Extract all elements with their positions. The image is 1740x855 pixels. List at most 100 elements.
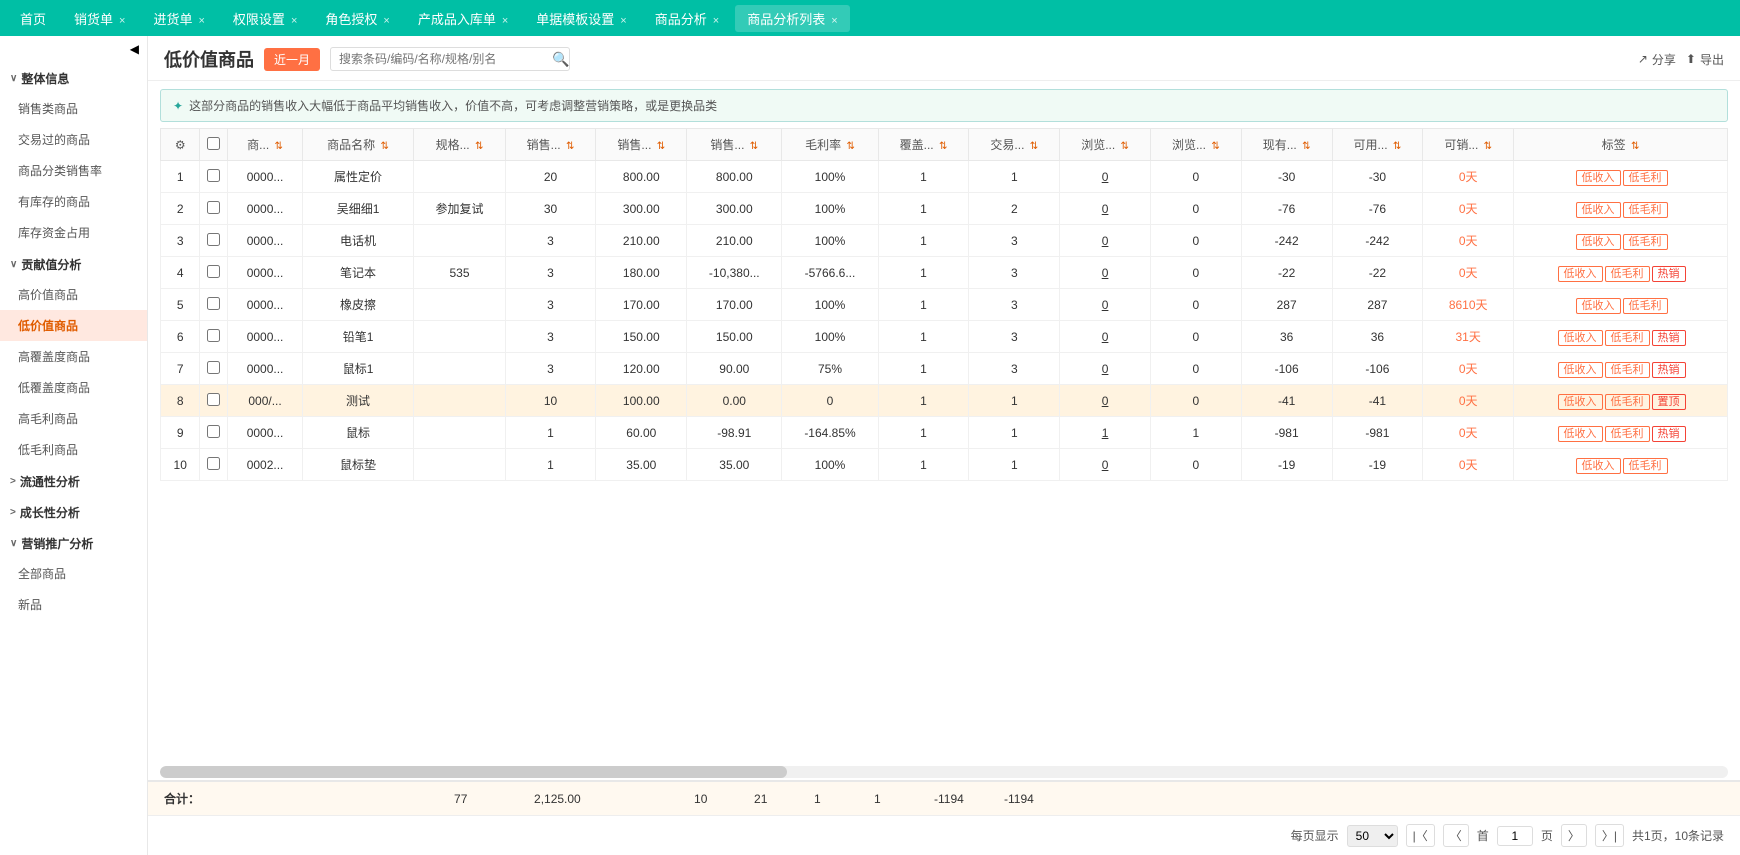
close-icon[interactable]: × bbox=[831, 15, 837, 27]
nav-item-商品分析列表[interactable]: 商品分析列表× bbox=[735, 5, 849, 32]
views2-col-header[interactable]: 浏览... ⇅ bbox=[1150, 129, 1241, 161]
next-page-btn[interactable]: 〉 bbox=[1561, 824, 1587, 847]
first-page-btn[interactable]: |〈 bbox=[1406, 824, 1435, 847]
row-views2: 0 bbox=[1150, 353, 1241, 385]
sidebar-group-流通性分析[interactable]: >流通性分析 bbox=[0, 465, 147, 496]
sidebar-group-整体信息[interactable]: ∨整体信息 bbox=[0, 62, 147, 93]
sidebar-item-销售类商品[interactable]: 销售类商品 bbox=[0, 93, 147, 124]
per-page-select[interactable]: 50 100 bbox=[1347, 825, 1398, 847]
nav-item-首页[interactable]: 首页 bbox=[8, 5, 58, 32]
row-checkbox[interactable] bbox=[207, 169, 220, 182]
search-icon[interactable]: 🔍 bbox=[552, 51, 569, 68]
prev-page-btn[interactable]: 〈 bbox=[1443, 824, 1469, 847]
row-sales2: 60.00 bbox=[596, 417, 687, 449]
sidebar-item-库存资金占用[interactable]: 库存资金占用 bbox=[0, 217, 147, 248]
sidebar-item-低覆盖度商品[interactable]: 低覆盖度商品 bbox=[0, 372, 147, 403]
row-num: 2 bbox=[161, 193, 200, 225]
row-checkbox[interactable] bbox=[207, 393, 220, 406]
row-name: 测试 bbox=[302, 385, 414, 417]
settings-col-header[interactable]: ⚙ bbox=[161, 129, 200, 161]
table-header-row: ⚙ 商... ⇅ 商品名称 ⇅ 规格... ⇅ 销售... ⇅ 销售... ⇅ … bbox=[161, 129, 1728, 161]
sales3-col-header[interactable]: 销售... ⇅ bbox=[687, 129, 782, 161]
trade-col-header[interactable]: 交易... ⇅ bbox=[969, 129, 1060, 161]
name-col-header[interactable]: 商品名称 ⇅ bbox=[302, 129, 414, 161]
search-input[interactable] bbox=[330, 47, 570, 71]
row-checkbox-cell[interactable] bbox=[200, 193, 228, 225]
row-checkbox-cell[interactable] bbox=[200, 385, 228, 417]
nav-item-权限设置[interactable]: 权限设置× bbox=[221, 5, 309, 32]
spec-col-header[interactable]: 规格... ⇅ bbox=[414, 129, 505, 161]
row-checkbox-cell[interactable] bbox=[200, 321, 228, 353]
row-checkbox[interactable] bbox=[207, 233, 220, 246]
sidebar-item-新品[interactable]: 新品 bbox=[0, 589, 147, 620]
tag-低收入: 低收入 bbox=[1576, 170, 1621, 186]
sidebar-item-有库存的商品[interactable]: 有库存的商品 bbox=[0, 186, 147, 217]
row-checkbox[interactable] bbox=[207, 265, 220, 278]
row-checkbox-cell[interactable] bbox=[200, 449, 228, 481]
horizontal-scrollbar[interactable] bbox=[160, 766, 1728, 778]
share-button[interactable]: ↗ 分享 bbox=[1638, 51, 1676, 68]
close-icon[interactable]: × bbox=[198, 15, 204, 27]
export-button[interactable]: ⬆ 导出 bbox=[1686, 51, 1724, 68]
row-checkbox-cell[interactable] bbox=[200, 161, 228, 193]
checkbox-col-header[interactable] bbox=[200, 129, 228, 161]
row-checkbox[interactable] bbox=[207, 361, 220, 374]
close-icon[interactable]: × bbox=[620, 15, 626, 27]
gross-margin-col-header[interactable]: 毛利率 ⇅ bbox=[782, 129, 878, 161]
close-icon[interactable]: × bbox=[119, 15, 125, 27]
nav-item-角色授权[interactable]: 角色授权× bbox=[313, 5, 401, 32]
sidebar-group-成长性分析[interactable]: >成长性分析 bbox=[0, 496, 147, 527]
sales1-col-header[interactable]: 销售... ⇅ bbox=[505, 129, 596, 161]
scrollbar-thumb[interactable] bbox=[160, 766, 787, 778]
filter-button[interactable]: 近一月 bbox=[264, 48, 320, 71]
row-checkbox-cell[interactable] bbox=[200, 417, 228, 449]
nav-item-商品分析[interactable]: 商品分析× bbox=[643, 5, 731, 32]
sidebar-item-高价值商品[interactable]: 高价值商品 bbox=[0, 279, 147, 310]
row-spec bbox=[414, 353, 505, 385]
current-page-input[interactable] bbox=[1497, 826, 1533, 846]
row-checkbox-cell[interactable] bbox=[200, 289, 228, 321]
row-sales1: 3 bbox=[505, 225, 596, 257]
sidebar-item-全部商品[interactable]: 全部商品 bbox=[0, 558, 147, 589]
nav-item-进货单[interactable]: 进货单× bbox=[141, 5, 216, 32]
row-checkbox[interactable] bbox=[207, 329, 220, 342]
sidebar-item-高覆盖度商品[interactable]: 高覆盖度商品 bbox=[0, 341, 147, 372]
code-col-header[interactable]: 商... ⇅ bbox=[228, 129, 302, 161]
nav-item-单据模板设置[interactable]: 单据模板设置× bbox=[524, 5, 638, 32]
row-spec bbox=[414, 161, 505, 193]
views1-col-header[interactable]: 浏览... ⇅ bbox=[1060, 129, 1151, 161]
sidebar-item-低价值商品[interactable]: 低价值商品 bbox=[0, 310, 147, 341]
stock1-col-header[interactable]: 现有... ⇅ bbox=[1241, 129, 1332, 161]
last-page-btn[interactable]: 〉| bbox=[1595, 824, 1624, 847]
sidebar-item-低毛利商品[interactable]: 低毛利商品 bbox=[0, 434, 147, 465]
nav-item-产成品入库单[interactable]: 产成品入库单× bbox=[406, 5, 520, 32]
tag-低收入: 低收入 bbox=[1576, 234, 1621, 250]
tags-col-header[interactable]: 标签 ⇅ bbox=[1514, 129, 1728, 161]
row-checkbox[interactable] bbox=[207, 201, 220, 214]
stock3-col-header[interactable]: 可销... ⇅ bbox=[1423, 129, 1514, 161]
row-checkbox-cell[interactable] bbox=[200, 257, 228, 289]
row-days: 0天 bbox=[1423, 257, 1514, 289]
sidebar-group-贡献值分析[interactable]: ∨贡献值分析 bbox=[0, 248, 147, 279]
select-all-checkbox[interactable] bbox=[207, 137, 220, 150]
nav-item-销货单[interactable]: 销货单× bbox=[62, 5, 137, 32]
sidebar-item-交易过的商品[interactable]: 交易过的商品 bbox=[0, 124, 147, 155]
sidebar-group-营销推广分析[interactable]: ∨营销推广分析 bbox=[0, 527, 147, 558]
coverage-col-header[interactable]: 覆盖... ⇅ bbox=[878, 129, 969, 161]
close-icon[interactable]: × bbox=[502, 15, 508, 27]
row-checkbox-cell[interactable] bbox=[200, 353, 228, 385]
stock2-col-header[interactable]: 可用... ⇅ bbox=[1332, 129, 1423, 161]
close-icon[interactable]: × bbox=[291, 15, 297, 27]
row-checkbox-cell[interactable] bbox=[200, 225, 228, 257]
row-checkbox[interactable] bbox=[207, 457, 220, 470]
sidebar-item-高毛利商品[interactable]: 高毛利商品 bbox=[0, 403, 147, 434]
row-checkbox[interactable] bbox=[207, 425, 220, 438]
close-icon[interactable]: × bbox=[713, 15, 719, 27]
table-row: 6 0000... 铅笔1 3 150.00 150.00 100% 1 3 0… bbox=[161, 321, 1728, 353]
sales2-col-header[interactable]: 销售... ⇅ bbox=[596, 129, 687, 161]
row-checkbox[interactable] bbox=[207, 297, 220, 310]
sidebar-item-商品分类销售率[interactable]: 商品分类销售率 bbox=[0, 155, 147, 186]
row-views1: 0 bbox=[1060, 161, 1151, 193]
close-icon[interactable]: × bbox=[383, 15, 389, 27]
sidebar-collapse-btn[interactable]: ◀ bbox=[0, 36, 147, 62]
